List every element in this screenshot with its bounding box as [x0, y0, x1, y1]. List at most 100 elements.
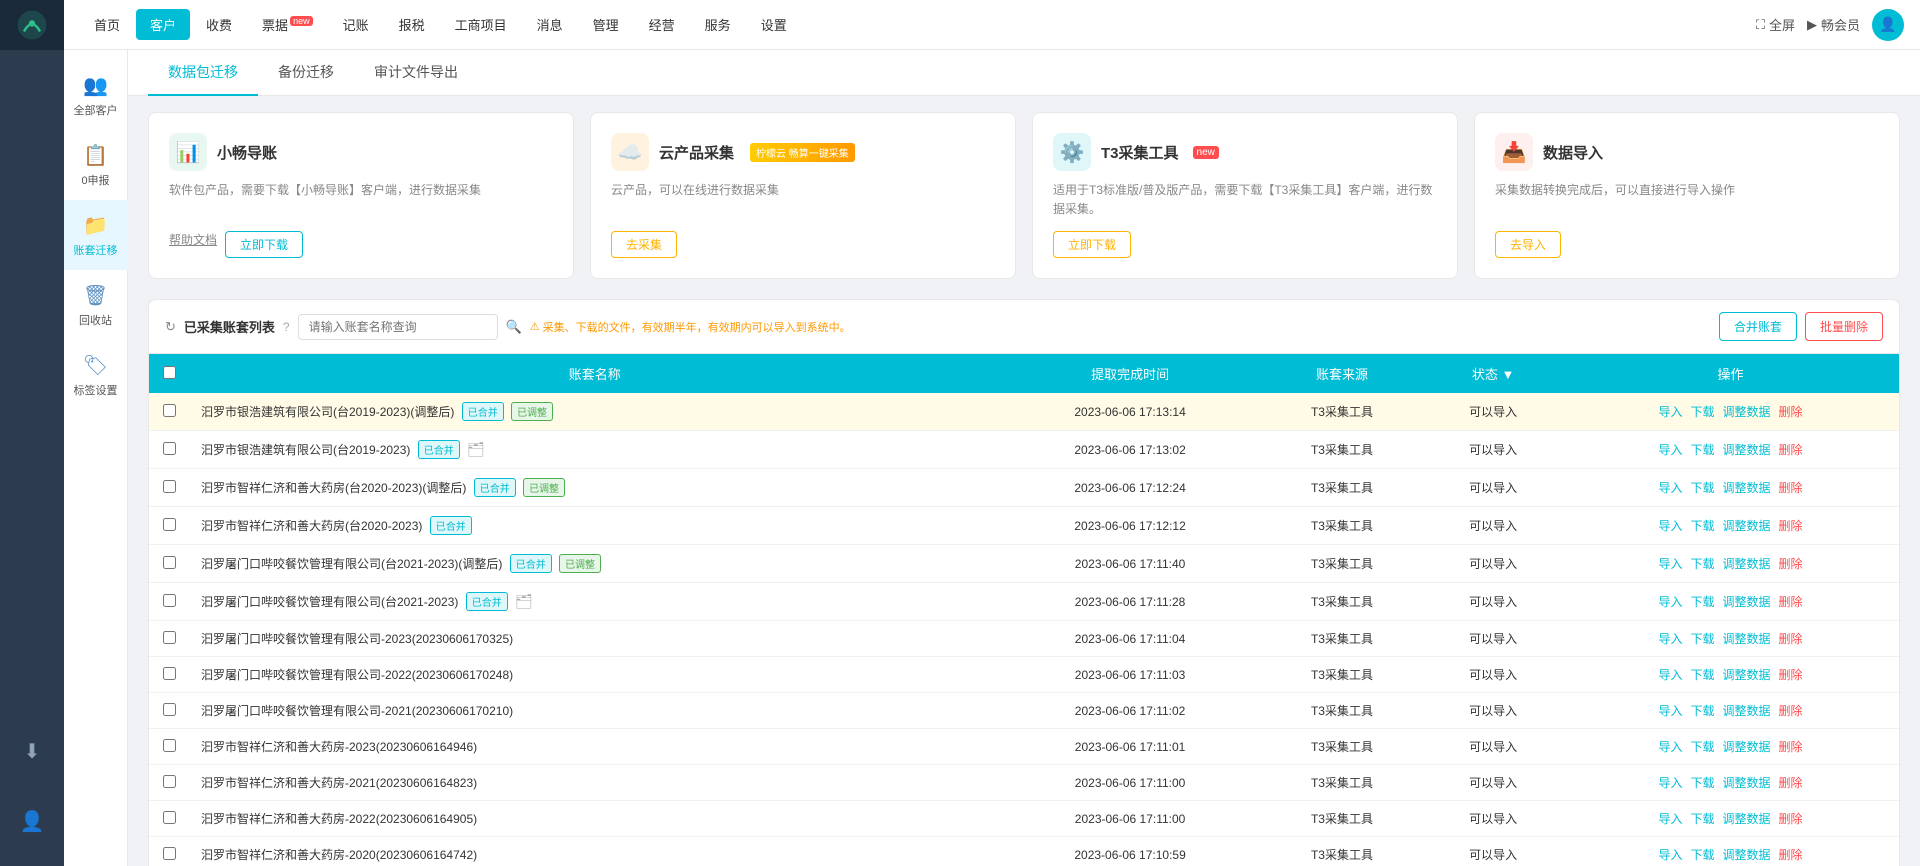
tab-备份迁移[interactable]: 备份迁移	[258, 50, 354, 96]
action-删除[interactable]: 删除	[1779, 519, 1803, 533]
left-panel-item-clients[interactable]: 👥 全部客户	[64, 60, 128, 130]
action-调整数据[interactable]: 调整数据	[1723, 776, 1771, 790]
search-input[interactable]	[298, 314, 498, 340]
action-删除[interactable]: 删除	[1779, 632, 1803, 646]
help-icon[interactable]: ?	[283, 320, 290, 334]
action-调整数据[interactable]: 调整数据	[1723, 668, 1771, 682]
row-checkbox[interactable]	[163, 811, 176, 824]
action-删除[interactable]: 删除	[1779, 443, 1803, 457]
action-下载[interactable]: 下载	[1691, 443, 1715, 457]
row-checkbox[interactable]	[163, 480, 176, 493]
action-下载[interactable]: 下载	[1691, 481, 1715, 495]
topnav-item-票据[interactable]: 票据new	[248, 9, 327, 40]
action-删除[interactable]: 删除	[1779, 595, 1803, 609]
action-导入[interactable]: 导入	[1658, 848, 1682, 862]
action-下载[interactable]: 下载	[1691, 812, 1715, 826]
select-all-checkbox[interactable]	[163, 366, 176, 379]
action-导入[interactable]: 导入	[1658, 812, 1682, 826]
row-checkbox[interactable]	[163, 518, 176, 531]
action-下载[interactable]: 下载	[1691, 776, 1715, 790]
row-checkbox[interactable]	[163, 667, 176, 680]
action-删除[interactable]: 删除	[1779, 740, 1803, 754]
action-调整数据[interactable]: 调整数据	[1723, 740, 1771, 754]
left-panel-item-migration[interactable]: 📁 账套迁移	[64, 200, 128, 270]
topnav-item-客户[interactable]: 客户	[136, 9, 190, 40]
action-调整数据[interactable]: 调整数据	[1723, 481, 1771, 495]
action-导入[interactable]: 导入	[1658, 740, 1682, 754]
row-checkbox[interactable]	[163, 703, 176, 716]
action-导入[interactable]: 导入	[1658, 443, 1682, 457]
action-调整数据[interactable]: 调整数据	[1723, 812, 1771, 826]
row-checkbox[interactable]	[163, 847, 176, 860]
merge-btn[interactable]: 合并账套	[1719, 312, 1797, 341]
tab-数据包迁移[interactable]: 数据包迁移	[148, 50, 258, 96]
row-checkbox[interactable]	[163, 739, 176, 752]
action-下载[interactable]: 下载	[1691, 848, 1715, 862]
row-checkbox[interactable]	[163, 631, 176, 644]
action-删除[interactable]: 删除	[1779, 704, 1803, 718]
batch-delete-btn[interactable]: 批量删除	[1805, 312, 1883, 341]
sidebar-item-user[interactable]: 👤	[0, 786, 64, 856]
row-checkbox[interactable]	[163, 442, 176, 455]
action-下载[interactable]: 下载	[1691, 740, 1715, 754]
folder-icon[interactable]: 🗂	[515, 593, 533, 609]
search-icon[interactable]: 🔍	[506, 319, 522, 335]
action-导入[interactable]: 导入	[1658, 776, 1682, 790]
sidebar-item-download[interactable]: ⬇	[0, 716, 64, 786]
action-下载[interactable]: 下载	[1691, 595, 1715, 609]
topnav-item-经营[interactable]: 经营	[635, 9, 689, 40]
card-link-xiaochangzhang[interactable]: 帮助文档	[169, 231, 217, 258]
topnav-item-设置[interactable]: 设置	[747, 9, 801, 40]
action-删除[interactable]: 删除	[1779, 776, 1803, 790]
action-删除[interactable]: 删除	[1779, 848, 1803, 862]
fullscreen-button[interactable]: ⛶ 全屏	[1756, 15, 1795, 34]
action-删除[interactable]: 删除	[1779, 812, 1803, 826]
topnav-item-报税[interactable]: 报税	[385, 9, 439, 40]
left-panel-item-recycle[interactable]: 🗑 回收站	[64, 270, 128, 340]
action-调整数据[interactable]: 调整数据	[1723, 704, 1771, 718]
card-btn-t3[interactable]: 立即下载	[1053, 231, 1131, 258]
row-checkbox[interactable]	[163, 775, 176, 788]
topnav-item-首页[interactable]: 首页	[80, 9, 134, 40]
left-panel-item-tags[interactable]: 🏷 标签设置	[64, 340, 128, 410]
action-导入[interactable]: 导入	[1658, 668, 1682, 682]
action-下载[interactable]: 下载	[1691, 632, 1715, 646]
card-btn-dataimport[interactable]: 去导入	[1495, 231, 1561, 258]
action-调整数据[interactable]: 调整数据	[1723, 519, 1771, 533]
action-删除[interactable]: 删除	[1779, 668, 1803, 682]
topnav-item-消息[interactable]: 消息	[523, 9, 577, 40]
row-checkbox[interactable]	[163, 594, 176, 607]
action-导入[interactable]: 导入	[1658, 632, 1682, 646]
action-下载[interactable]: 下载	[1691, 519, 1715, 533]
row-checkbox[interactable]	[163, 556, 176, 569]
action-下载[interactable]: 下载	[1691, 668, 1715, 682]
topnav-item-管理[interactable]: 管理	[579, 9, 633, 40]
action-调整数据[interactable]: 调整数据	[1723, 595, 1771, 609]
action-导入[interactable]: 导入	[1658, 405, 1682, 419]
action-调整数据[interactable]: 调整数据	[1723, 848, 1771, 862]
action-删除[interactable]: 删除	[1779, 481, 1803, 495]
card-btn-xiaochangzhang[interactable]: 立即下载	[225, 231, 303, 258]
action-删除[interactable]: 删除	[1779, 405, 1803, 419]
action-调整数据[interactable]: 调整数据	[1723, 405, 1771, 419]
action-导入[interactable]: 导入	[1658, 557, 1682, 571]
action-调整数据[interactable]: 调整数据	[1723, 632, 1771, 646]
action-导入[interactable]: 导入	[1658, 704, 1682, 718]
folder-icon[interactable]: 🗂	[467, 441, 485, 457]
topnav-item-工商项目[interactable]: 工商项目	[441, 9, 521, 40]
row-checkbox[interactable]	[163, 404, 176, 417]
card-btn-cloud[interactable]: 去采集	[611, 231, 677, 258]
action-调整数据[interactable]: 调整数据	[1723, 557, 1771, 571]
action-下载[interactable]: 下载	[1691, 704, 1715, 718]
action-下载[interactable]: 下载	[1691, 405, 1715, 419]
action-调整数据[interactable]: 调整数据	[1723, 443, 1771, 457]
action-导入[interactable]: 导入	[1658, 481, 1682, 495]
left-panel-item-zero-report[interactable]: 📋 0申报	[64, 130, 128, 200]
user-avatar[interactable]: 👤	[1872, 9, 1904, 41]
action-删除[interactable]: 删除	[1779, 557, 1803, 571]
app-logo[interactable]	[0, 0, 64, 50]
action-导入[interactable]: 导入	[1658, 595, 1682, 609]
tab-审计文件导出[interactable]: 审计文件导出	[354, 50, 478, 96]
vip-button[interactable]: ▶ 畅会员	[1807, 15, 1860, 34]
action-下载[interactable]: 下载	[1691, 557, 1715, 571]
